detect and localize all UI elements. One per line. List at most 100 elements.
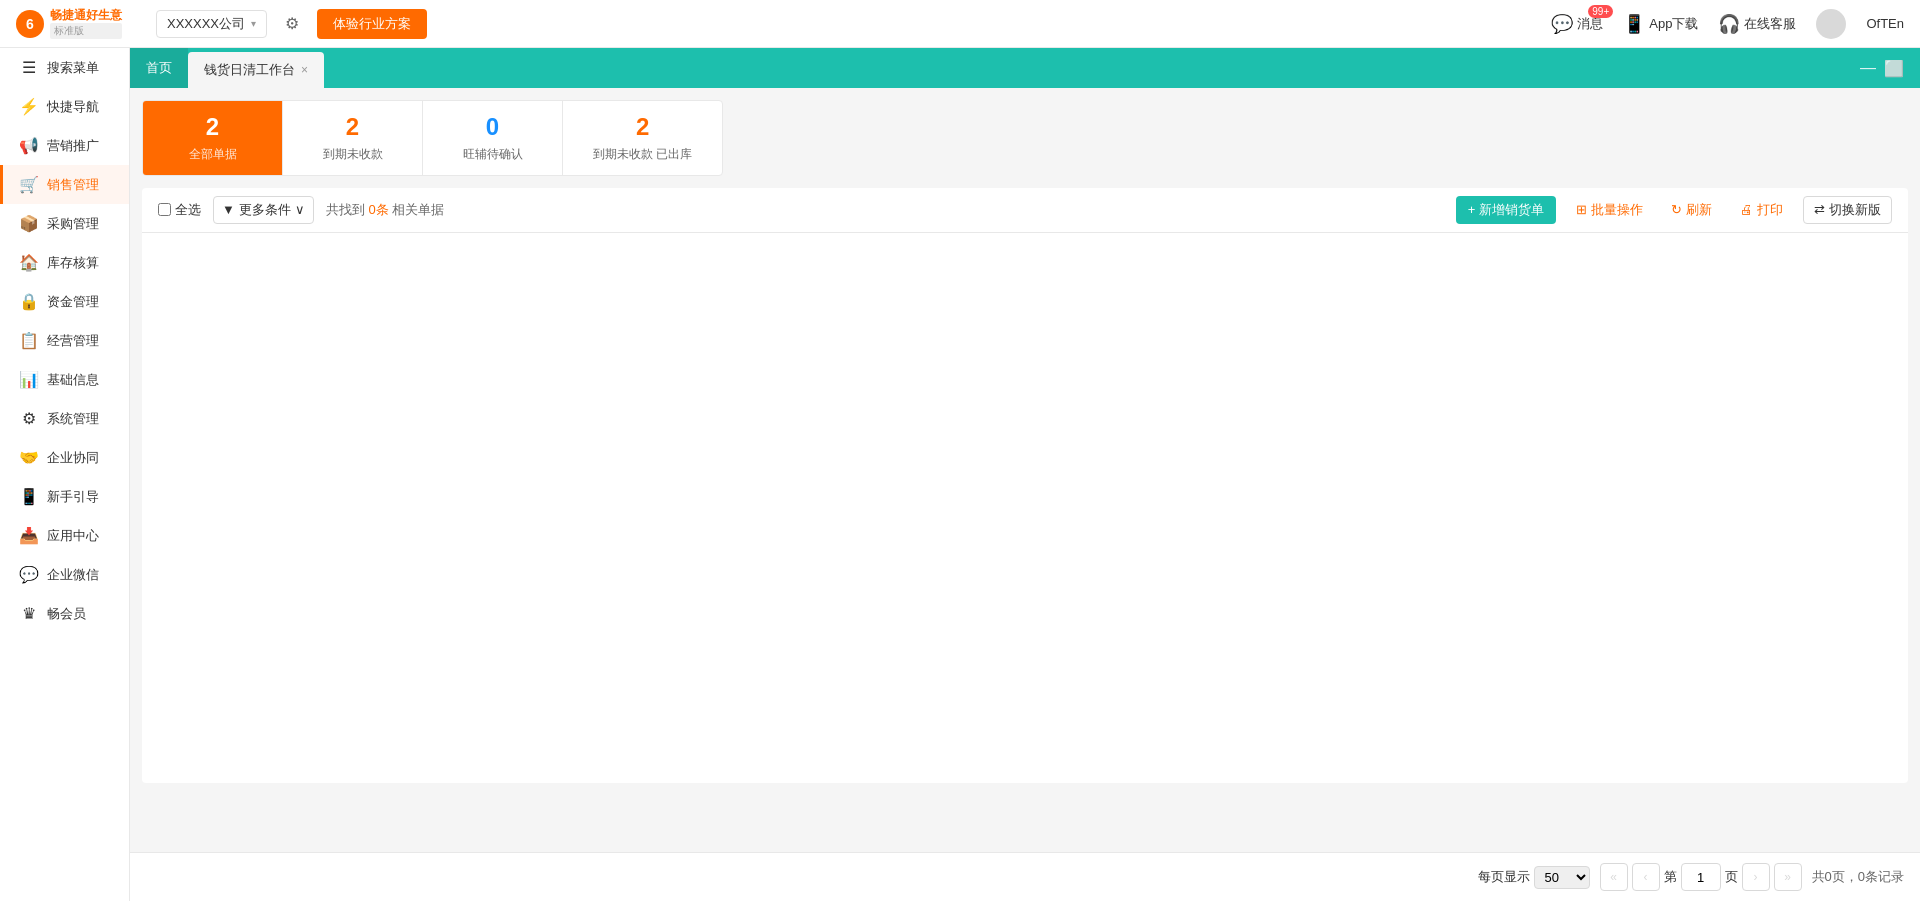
online-service-icon: 🎧 <box>1718 13 1740 35</box>
filter-chevron-icon: ∨ <box>295 202 305 217</box>
trial-button[interactable]: 体验行业方案 <box>317 9 427 39</box>
refresh-icon: ↻ <box>1671 202 1682 217</box>
sidebar-item-inventory[interactable]: 🏠 库存核算 <box>0 243 129 282</box>
print-icon: 🖨 <box>1740 202 1753 217</box>
select-all-label: 全选 <box>175 201 201 219</box>
operations-icon: 📋 <box>19 331 39 350</box>
switch-label: 切换新版 <box>1829 201 1881 219</box>
sidebar-item-label: 应用中心 <box>47 527 99 545</box>
sidebar-item-sales[interactable]: 🛒 销售管理 <box>0 165 129 204</box>
username: OfTEn <box>1866 16 1904 31</box>
total-info: 共0页，0条记录 <box>1812 868 1904 886</box>
sidebar-item-member[interactable]: ♛ 畅会员 <box>0 594 129 633</box>
per-page-dropdown[interactable]: 10 20 50 100 <box>1534 866 1590 889</box>
sidebar-item-label: 基础信息 <box>47 371 99 389</box>
last-page-button[interactable]: » <box>1774 863 1802 891</box>
pagination-bar: 每页显示 10 20 50 100 « ‹ 第 页 › » 共0页，0条记录 <box>130 852 1920 901</box>
tab-active-label: 钱货日清工作台 <box>204 61 295 79</box>
sidebar-item-label: 快捷导航 <box>47 98 99 116</box>
member-icon: ♛ <box>19 604 39 623</box>
company-selector[interactable]: XXXXXX公司 ▾ <box>156 10 267 38</box>
sidebar-item-label: 企业微信 <box>47 566 99 584</box>
sidebar-item-app-center[interactable]: 📥 应用中心 <box>0 516 129 555</box>
stat-label-overdue-not-shipped: 到期未收款 已出库 <box>593 146 692 163</box>
sidebar-item-wechat[interactable]: 💬 企业微信 <box>0 555 129 594</box>
found-count: 0条 <box>369 202 389 217</box>
filter-icon: ▼ <box>222 202 235 217</box>
sales-icon: 🛒 <box>19 175 39 194</box>
tab-bar-actions: — ⬜ <box>1860 59 1920 78</box>
system-icon: ⚙ <box>19 409 39 428</box>
select-all-checkbox[interactable]: 全选 <box>158 201 201 219</box>
select-all-input[interactable] <box>158 203 171 216</box>
wechat-icon: 💬 <box>19 565 39 584</box>
stat-label-wangwang: 旺辅待确认 <box>453 146 532 163</box>
stat-card-all[interactable]: 2 全部单据 <box>143 101 283 175</box>
print-button[interactable]: 🖨 打印 <box>1732 197 1791 223</box>
stat-card-wangwang[interactable]: 0 旺辅待确认 <box>423 101 563 175</box>
stat-label-all: 全部单据 <box>173 146 252 163</box>
tab-close-icon[interactable]: × <box>301 63 308 77</box>
per-page-label: 每页显示 <box>1478 868 1530 886</box>
tab-bar: 首页 钱货日清工作台 × — ⬜ <box>130 48 1920 88</box>
sidebar-item-label: 营销推广 <box>47 137 99 155</box>
batch-op-button[interactable]: ⊞ 批量操作 <box>1568 197 1651 223</box>
company-chevron-icon: ▾ <box>251 18 256 29</box>
message-icon: 💬 <box>1551 13 1573 35</box>
finance-icon: 🔒 <box>19 292 39 311</box>
app-download-action[interactable]: 📱 App下载 <box>1623 13 1698 35</box>
sidebar-item-label: 库存核算 <box>47 254 99 272</box>
page-input[interactable] <box>1681 863 1721 891</box>
sidebar-item-guide[interactable]: 📱 新手引导 <box>0 477 129 516</box>
filter-button[interactable]: ▼ 更多条件 ∨ <box>213 196 314 224</box>
quick-nav-icon: ⚡ <box>19 97 39 116</box>
toolbar: 全选 ▼ 更多条件 ∨ 共找到 0条 相关单据 + 新增销货单 ⊞ 批量操作 <box>142 188 1908 233</box>
tab-home[interactable]: 首页 <box>130 48 188 88</box>
inventory-icon: 🏠 <box>19 253 39 272</box>
sidebar-item-quick-nav[interactable]: ⚡ 快捷导航 <box>0 87 129 126</box>
new-sales-order-button[interactable]: + 新增销货单 <box>1456 196 1556 224</box>
found-suffix: 相关单据 <box>392 202 444 217</box>
refresh-button[interactable]: ↻ 刷新 <box>1663 197 1720 223</box>
settings-button[interactable]: ⚙ <box>277 9 307 39</box>
switch-icon: ⇄ <box>1814 202 1825 217</box>
batch-op-label: 批量操作 <box>1591 201 1643 219</box>
next-page-button[interactable]: › <box>1742 863 1770 891</box>
tab-active[interactable]: 钱货日清工作台 × <box>188 52 324 88</box>
content-panel: 2 全部单据 2 到期未收款 0 旺辅待确认 2 到期未收款 已出库 全选 <box>130 88 1920 795</box>
main-content: 2 全部单据 2 到期未收款 0 旺辅待确认 2 到期未收款 已出库 全选 <box>130 88 1920 901</box>
online-service-action[interactable]: 🎧 在线客服 <box>1718 13 1796 35</box>
app-download-label: App下载 <box>1649 15 1698 33</box>
toolbar-left: 全选 ▼ 更多条件 ∨ 共找到 0条 相关单据 <box>158 196 444 224</box>
sidebar-item-label: 采购管理 <box>47 215 99 233</box>
minimize-icon[interactable]: — <box>1860 59 1876 77</box>
sidebar-item-label: 搜索菜单 <box>47 59 99 77</box>
sidebar-item-finance[interactable]: 🔒 资金管理 <box>0 282 129 321</box>
online-service-label: 在线客服 <box>1744 15 1796 33</box>
switch-version-button[interactable]: ⇄ 切换新版 <box>1803 196 1892 224</box>
sidebar-item-purchase[interactable]: 📦 采购管理 <box>0 204 129 243</box>
stat-card-overdue-not-shipped[interactable]: 2 到期未收款 已出库 <box>563 101 722 175</box>
sidebar-item-base-info[interactable]: 📊 基础信息 <box>0 360 129 399</box>
stat-card-overdue-unpaid[interactable]: 2 到期未收款 <box>283 101 423 175</box>
page-size-select: 每页显示 10 20 50 100 <box>1478 866 1590 889</box>
prev-page-button[interactable]: ‹ <box>1632 863 1660 891</box>
tab-home-label: 首页 <box>146 59 172 77</box>
header-right: 💬 消息 99+ 📱 App下载 🎧 在线客服 OfTEn <box>1551 9 1904 39</box>
page-prefix: 第 <box>1664 868 1677 886</box>
sidebar-item-operations[interactable]: 📋 经营管理 <box>0 321 129 360</box>
stat-number-all: 2 <box>173 113 252 142</box>
maximize-icon[interactable]: ⬜ <box>1884 59 1904 78</box>
first-page-button[interactable]: « <box>1600 863 1628 891</box>
sidebar-item-marketing[interactable]: 📢 营销推广 <box>0 126 129 165</box>
sidebar-item-search-menu[interactable]: ☰ 搜索菜单 <box>0 48 129 87</box>
logo-area: 6 畅捷通好生意 标准版 <box>16 8 146 40</box>
sidebar-item-enterprise[interactable]: 🤝 企业协同 <box>0 438 129 477</box>
avatar[interactable] <box>1816 9 1846 39</box>
stat-label-overdue-unpaid: 到期未收款 <box>313 146 392 163</box>
message-action[interactable]: 💬 消息 99+ <box>1551 13 1603 35</box>
stat-number-wangwang: 0 <box>453 113 532 142</box>
marketing-icon: 📢 <box>19 136 39 155</box>
sidebar-item-system[interactable]: ⚙ 系统管理 <box>0 399 129 438</box>
sidebar-item-label: 畅会员 <box>47 605 86 623</box>
